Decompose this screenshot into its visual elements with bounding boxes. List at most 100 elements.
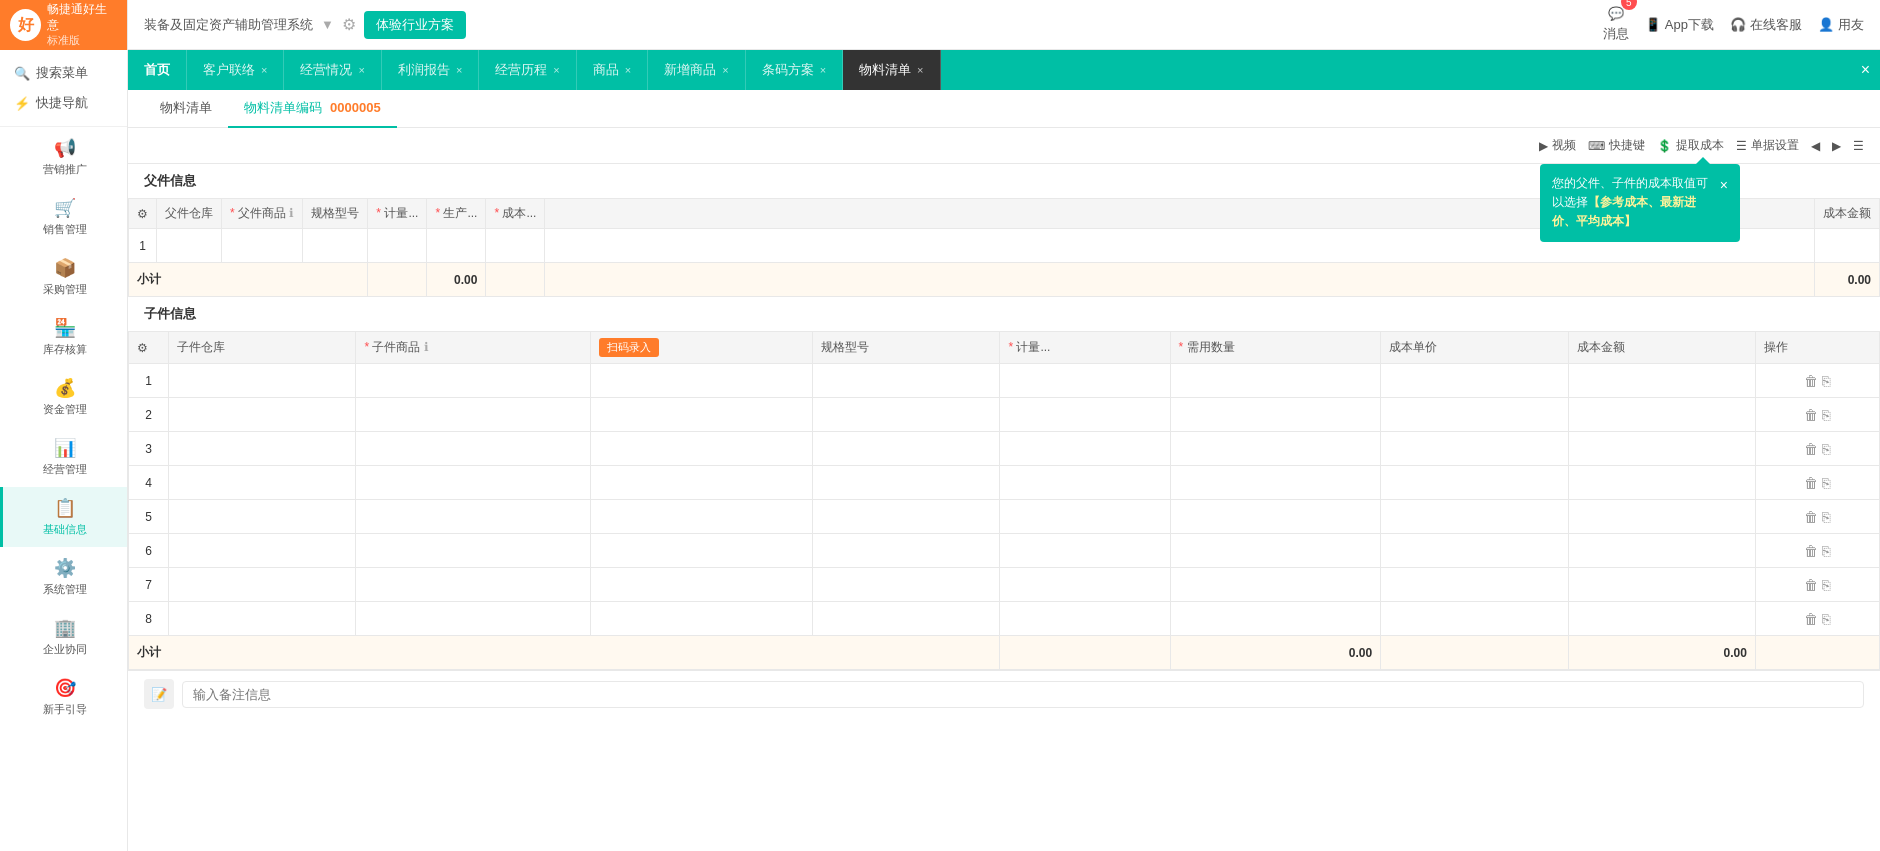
- list-view-button[interactable]: ☰: [1853, 139, 1864, 153]
- copy-icon-8[interactable]: ⎘: [1822, 611, 1830, 627]
- search-menu-item[interactable]: 🔍 搜索菜单: [10, 58, 117, 88]
- quick-nav-item[interactable]: ⚡ 快捷导航: [10, 88, 117, 118]
- copy-icon-5[interactable]: ⎘: [1822, 509, 1830, 525]
- sidebar-item-enterprise[interactable]: 🏢 企业协同: [0, 607, 127, 667]
- online-service-button[interactable]: 🎧 在线客服: [1730, 16, 1802, 34]
- video-button[interactable]: ▶ 视频: [1539, 137, 1576, 154]
- parent-goods-info-icon[interactable]: ℹ: [289, 206, 294, 220]
- tab-goods-close[interactable]: ×: [625, 64, 631, 76]
- tab-history-close[interactable]: ×: [553, 64, 559, 76]
- delete-icon-1[interactable]: 🗑: [1804, 373, 1818, 389]
- child-cell-unit-4[interactable]: [1000, 466, 1170, 500]
- parent-cell-warehouse[interactable]: [157, 229, 222, 263]
- child-cell-goods-3[interactable]: [356, 432, 591, 466]
- tab-profit[interactable]: 利润报告 ×: [382, 50, 479, 90]
- child-cell-goods-8[interactable]: [356, 602, 591, 636]
- delete-icon-6[interactable]: 🗑: [1804, 543, 1818, 559]
- tooltip-close-button[interactable]: ×: [1720, 174, 1728, 196]
- child-cell-quantity-1[interactable]: [1170, 364, 1381, 398]
- child-cell-unit-cost-4[interactable]: [1381, 466, 1568, 500]
- copy-icon-7[interactable]: ⎘: [1822, 577, 1830, 593]
- tab-bom-close[interactable]: ×: [917, 64, 923, 76]
- child-cell-unit-cost-8[interactable]: [1381, 602, 1568, 636]
- child-cell-quantity-2[interactable]: [1170, 398, 1381, 432]
- sidebar-item-operation[interactable]: 📊 经营管理: [0, 427, 127, 487]
- tab-bom[interactable]: 物料清单 ×: [843, 50, 940, 90]
- child-cell-quantity-7[interactable]: [1170, 568, 1381, 602]
- child-cell-unit-cost-3[interactable]: [1381, 432, 1568, 466]
- child-cell-goods-4[interactable]: [356, 466, 591, 500]
- scan-input-button[interactable]: 扫码录入: [599, 338, 659, 357]
- sub-tab-detail[interactable]: 物料清单编码 0000005: [228, 90, 397, 128]
- tab-home[interactable]: 首页: [128, 50, 187, 90]
- child-cell-unit-cost-1[interactable]: [1381, 364, 1568, 398]
- delete-icon-8[interactable]: 🗑: [1804, 611, 1818, 627]
- child-cell-spec-2[interactable]: [813, 398, 1000, 432]
- tab-history[interactable]: 经营历程 ×: [479, 50, 576, 90]
- delete-icon-5[interactable]: 🗑: [1804, 509, 1818, 525]
- parent-cell-goods[interactable]: [222, 229, 303, 263]
- sidebar-item-sales[interactable]: 🛒 销售管理: [0, 187, 127, 247]
- child-cell-quantity-3[interactable]: [1170, 432, 1381, 466]
- child-cell-unit-1[interactable]: [1000, 364, 1170, 398]
- copy-icon-1[interactable]: ⎘: [1822, 373, 1830, 389]
- child-goods-info-icon[interactable]: ℹ: [424, 340, 429, 354]
- child-cell-unit-3[interactable]: [1000, 432, 1170, 466]
- child-cell-warehouse-6[interactable]: [169, 534, 356, 568]
- child-cell-unit-cost-2[interactable]: [1381, 398, 1568, 432]
- note-input[interactable]: [182, 681, 1864, 708]
- sidebar-item-finance[interactable]: 💰 资金管理: [0, 367, 127, 427]
- child-cell-goods-2[interactable]: [356, 398, 591, 432]
- child-cell-unit-7[interactable]: [1000, 568, 1170, 602]
- child-cell-warehouse-1[interactable]: [169, 364, 356, 398]
- experience-button[interactable]: 体验行业方案: [364, 11, 466, 39]
- user-button[interactable]: 👤 用友: [1818, 16, 1864, 34]
- child-cell-spec-3[interactable]: [813, 432, 1000, 466]
- sidebar-item-marketing[interactable]: 📢 营销推广: [0, 127, 127, 187]
- tab-new-goods[interactable]: 新增商品 ×: [648, 50, 745, 90]
- child-cell-warehouse-7[interactable]: [169, 568, 356, 602]
- child-cell-spec-4[interactable]: [813, 466, 1000, 500]
- tab-operations[interactable]: 经营情况 ×: [284, 50, 381, 90]
- shortcut-button[interactable]: ⌨ 快捷键: [1588, 137, 1645, 154]
- message-button[interactable]: 💬 5 消息: [1603, 6, 1629, 43]
- child-cell-goods-7[interactable]: [356, 568, 591, 602]
- child-cell-unit-5[interactable]: [1000, 500, 1170, 534]
- sidebar-item-inventory[interactable]: 🏪 库存核算: [0, 307, 127, 367]
- tab-new-goods-close[interactable]: ×: [722, 64, 728, 76]
- sub-tab-list[interactable]: 物料清单: [144, 90, 228, 128]
- parent-cell-spec[interactable]: [303, 229, 368, 263]
- tab-customers[interactable]: 客户联络 ×: [187, 50, 284, 90]
- sidebar-item-basic[interactable]: 📋 基础信息: [0, 487, 127, 547]
- tabs-close-all-button[interactable]: ×: [1851, 61, 1880, 79]
- system-dropdown-icon[interactable]: ▼: [321, 17, 334, 32]
- child-cell-spec-8[interactable]: [813, 602, 1000, 636]
- tab-operations-close[interactable]: ×: [358, 64, 364, 76]
- child-cell-spec-7[interactable]: [813, 568, 1000, 602]
- child-cell-warehouse-3[interactable]: [169, 432, 356, 466]
- app-download-button[interactable]: 📱 App下载: [1645, 16, 1714, 34]
- nav-prev-button[interactable]: ◀: [1811, 139, 1820, 153]
- child-cell-unit-cost-6[interactable]: [1381, 534, 1568, 568]
- child-cell-warehouse-2[interactable]: [169, 398, 356, 432]
- child-cell-unit-2[interactable]: [1000, 398, 1170, 432]
- tab-goods[interactable]: 商品 ×: [577, 50, 648, 90]
- tab-customers-close[interactable]: ×: [261, 64, 267, 76]
- nav-next-button[interactable]: ▶: [1832, 139, 1841, 153]
- child-cell-warehouse-5[interactable]: [169, 500, 356, 534]
- sidebar-item-purchase[interactable]: 📦 采购管理: [0, 247, 127, 307]
- parent-cell-unit[interactable]: [368, 229, 427, 263]
- copy-icon-6[interactable]: ⎘: [1822, 543, 1830, 559]
- child-cell-unit-8[interactable]: [1000, 602, 1170, 636]
- copy-icon-3[interactable]: ⎘: [1822, 441, 1830, 457]
- child-cell-spec-6[interactable]: [813, 534, 1000, 568]
- child-cell-goods-6[interactable]: [356, 534, 591, 568]
- sidebar-item-guide[interactable]: 🎯 新手引导: [0, 667, 127, 727]
- parent-cell-production[interactable]: [427, 229, 486, 263]
- child-cell-warehouse-8[interactable]: [169, 602, 356, 636]
- child-cell-goods-1[interactable]: [356, 364, 591, 398]
- copy-icon-4[interactable]: ⎘: [1822, 475, 1830, 491]
- delete-icon-4[interactable]: 🗑: [1804, 475, 1818, 491]
- child-cell-spec-1[interactable]: [813, 364, 1000, 398]
- child-cell-quantity-4[interactable]: [1170, 466, 1381, 500]
